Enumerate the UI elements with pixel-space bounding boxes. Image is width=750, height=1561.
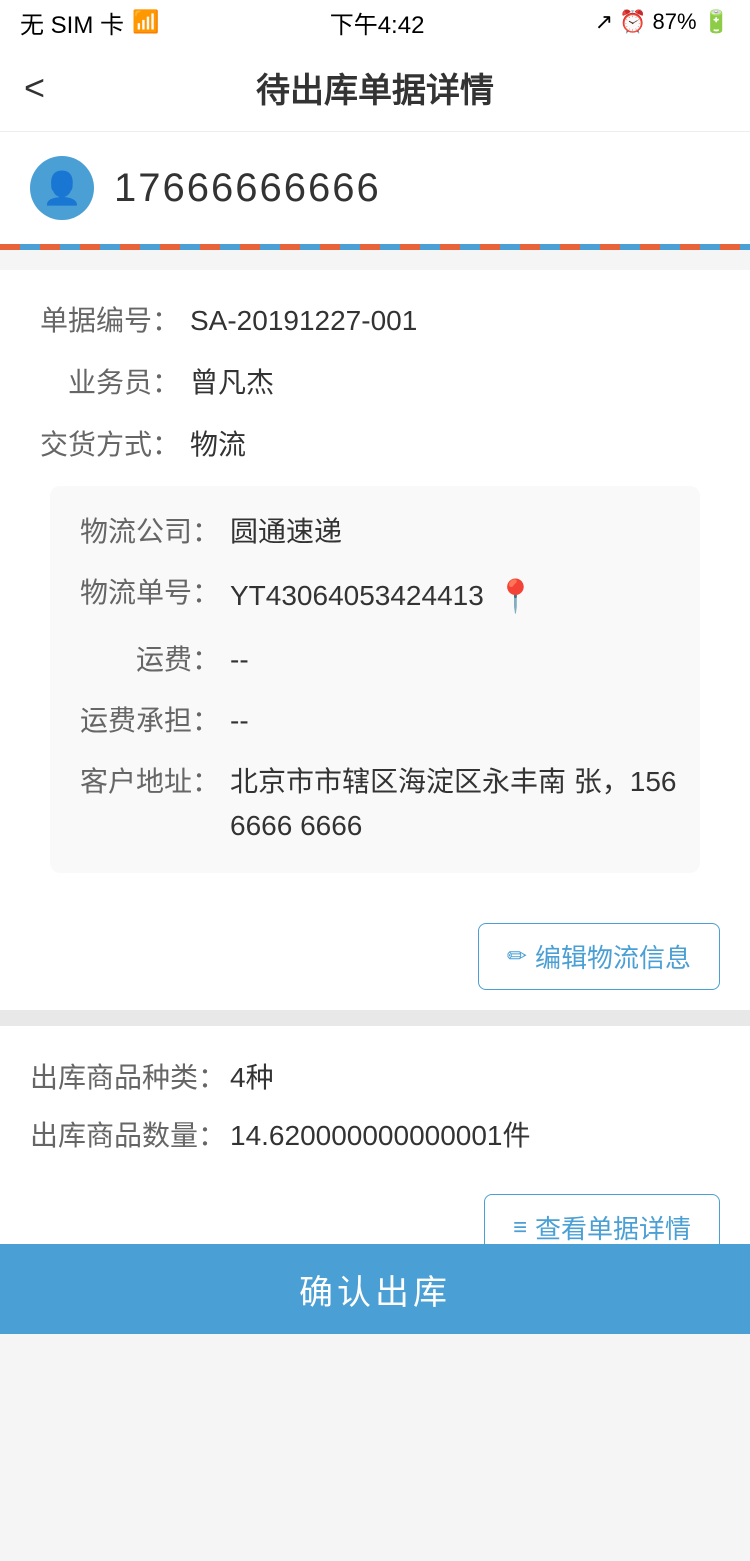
edit-btn-label: 编辑物流信息 — [535, 938, 691, 975]
order-no-row: 单据编号： SA-20191227-001 — [30, 300, 720, 342]
tracking-number: YT43064053424413 — [230, 574, 484, 619]
logistics-company-label: 物流公司： — [70, 510, 230, 555]
section-separator — [0, 1010, 750, 1026]
tracking-row: 物流单号： YT43064053424413 📍 — [70, 571, 680, 622]
delivery-value: 物流 — [190, 424, 720, 466]
goods-quantity-value: 14.620000000000001件 — [230, 1114, 531, 1154]
battery-icon: 🔋 — [703, 9, 730, 35]
delivery-label: 交货方式： — [30, 424, 190, 466]
map-location-icon[interactable]: 📍 — [496, 571, 536, 622]
logistics-card: 物流公司： 圆通速递 物流单号： YT43064053424413 📍 运费： … — [50, 486, 700, 873]
edit-logistics-button[interactable]: ✏ 编辑物流信息 — [478, 923, 720, 990]
address-row: 客户地址： 北京市市辖区海淀区永丰南 张，156 6666 6666 — [70, 760, 680, 850]
goods-types-label: 出库商品种类： — [30, 1056, 230, 1096]
nav-bar: < 待出库单据详情 — [0, 44, 750, 132]
goods-quantity-label: 出库商品数量： — [30, 1114, 230, 1154]
location-status-icon: ↗ — [595, 9, 613, 35]
view-btn-label: 查看单据详情 — [535, 1209, 691, 1246]
address-label: 客户地址： — [70, 760, 230, 805]
logistics-company-row: 物流公司： 圆通速递 — [70, 510, 680, 555]
logistics-company-value: 圆通速递 — [230, 510, 680, 555]
section-gap-1 — [0, 250, 750, 270]
salesman-row: 业务员： 曾凡杰 — [30, 362, 720, 404]
freight-row: 运费： -- — [70, 638, 680, 683]
freight-label: 运费： — [70, 638, 230, 683]
salesman-value: 曾凡杰 — [190, 362, 720, 404]
basic-info-section: 单据编号： SA-20191227-001 业务员： 曾凡杰 交货方式： 物流 … — [0, 270, 750, 903]
order-no-label: 单据编号： — [30, 300, 190, 342]
edit-icon: ✏ — [507, 942, 527, 971]
confirm-button[interactable]: 确认出库 — [0, 1244, 750, 1334]
avatar: 👤 — [30, 156, 94, 220]
goods-quantity-row: 出库商品数量： 14.620000000000001件 — [30, 1114, 720, 1154]
carrier-text: 无 SIM 卡 — [20, 5, 124, 40]
goods-section: 出库商品种类： 4种 出库商品数量： 14.620000000000001件 — [0, 1026, 750, 1178]
status-left: 无 SIM 卡 📶 — [20, 5, 159, 40]
battery-text: 87% — [653, 9, 697, 35]
confirm-btn-label: 确认出库 — [299, 1265, 451, 1314]
goods-types-value: 4种 — [230, 1056, 274, 1096]
freight-value: -- — [230, 638, 680, 683]
avatar-icon: 👤 — [42, 169, 82, 207]
address-value: 北京市市辖区海淀区永丰南 张，156 6666 6666 — [230, 760, 680, 850]
list-icon: ≡ — [513, 1214, 527, 1242]
wifi-icon: 📶 — [132, 9, 159, 35]
page-title: 待出库单据详情 — [256, 63, 494, 112]
freight-bearer-row: 运费承担： -- — [70, 699, 680, 744]
order-no-value: SA-20191227-001 — [190, 300, 720, 342]
salesman-label: 业务员： — [30, 362, 190, 404]
tracking-value: YT43064053424413 📍 — [230, 571, 680, 622]
freight-bearer-label: 运费承担： — [70, 699, 230, 744]
customer-phone: 17666666666 — [114, 166, 381, 211]
customer-header: 👤 17666666666 — [0, 132, 750, 244]
edit-btn-container: ✏ 编辑物流信息 — [0, 903, 750, 1010]
status-right: ↗ ⏰ 87% 🔋 — [595, 9, 730, 35]
goods-types-row: 出库商品种类： 4种 — [30, 1056, 720, 1096]
status-bar: 无 SIM 卡 📶 下午4:42 ↗ ⏰ 87% 🔋 — [0, 0, 750, 44]
alarm-icon: ⏰ — [619, 9, 646, 35]
tracking-label: 物流单号： — [70, 571, 230, 616]
status-time: 下午4:42 — [330, 5, 425, 40]
delivery-row: 交货方式： 物流 — [30, 424, 720, 466]
freight-bearer-value: -- — [230, 699, 680, 744]
back-button[interactable]: < — [24, 67, 45, 109]
